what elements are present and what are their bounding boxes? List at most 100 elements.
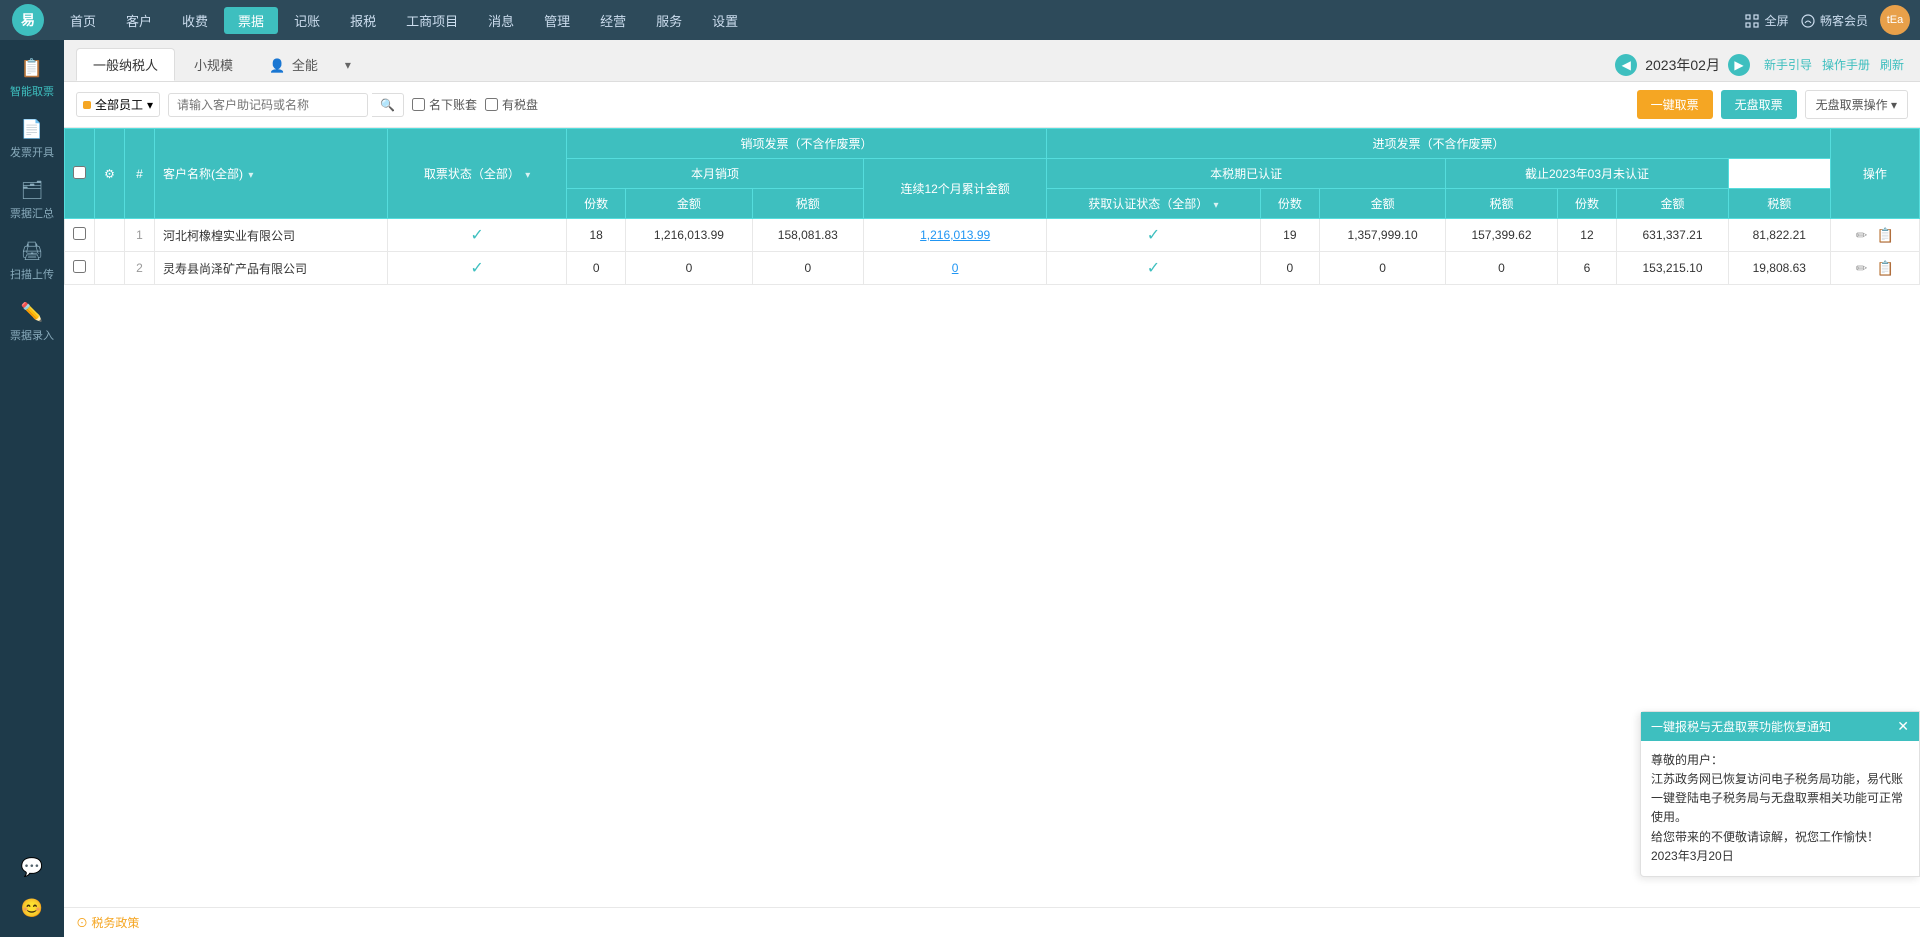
sidebar-item-scan-upload[interactable]: 🖨 扫描上传	[4, 233, 60, 290]
member-btn[interactable]: 畅客会员	[1801, 12, 1868, 29]
col-checkbox-header	[65, 129, 95, 219]
tab-more-dropdown[interactable]: ▾	[337, 54, 359, 76]
nav-tax[interactable]: 报税	[336, 7, 390, 34]
table-row: 1 河北柯橡楻实业有限公司 ✓ 18 1,216,013.99 158,081.…	[65, 219, 1920, 252]
row2-detail-icon[interactable]: 📋	[1877, 260, 1894, 276]
sidebar-item-ticket-entry[interactable]: ✏️ 票据录入	[4, 294, 60, 351]
row2-checkbox[interactable]	[65, 252, 95, 285]
row2-sales-count: 0	[566, 252, 625, 285]
row1-sales-amount: 1,216,013.99	[626, 219, 752, 252]
row1-uncert-tax: 81,822.21	[1728, 219, 1830, 252]
row1-input-tax: 157,399.62	[1446, 219, 1558, 252]
sidebar-item-invoice-open[interactable]: 📄 发票开具	[4, 111, 60, 168]
search-button[interactable]: 🔍	[372, 93, 404, 117]
nav-message[interactable]: 消息	[474, 7, 528, 34]
no-disk-btn[interactable]: 无盘取票	[1721, 90, 1797, 119]
period-prev-btn[interactable]: ◀	[1615, 54, 1637, 76]
select-all-checkbox[interactable]	[73, 166, 86, 179]
nav-menu: 首页 客户 收费 票据 记账 报税 工商项目 消息 管理 经营 服务 设置	[56, 7, 1745, 34]
row1-sales-count: 18	[566, 219, 625, 252]
col-input-amount: 金额	[1320, 189, 1446, 219]
nav-fee[interactable]: 收费	[168, 7, 222, 34]
nav-settings[interactable]: 设置	[698, 7, 752, 34]
sidebar-label-invoice-open: 发票开具	[10, 144, 54, 160]
sidebar-label-smart-ticket: 智能取票	[10, 83, 54, 99]
row1-cert-status: ✓	[1047, 219, 1260, 252]
smart-ticket-icon: 📋	[21, 58, 43, 79]
top-navigation: 易 首页 客户 收费 票据 记账 报税 工商项目 消息 管理 经营 服务 设置 …	[0, 0, 1920, 40]
nav-operation[interactable]: 经营	[586, 7, 640, 34]
row2-cumulative[interactable]: 0	[864, 252, 1047, 285]
search-input[interactable]	[168, 93, 368, 117]
nav-home[interactable]: 首页	[56, 7, 110, 34]
has-tax-disk-label[interactable]: 有税盘	[485, 96, 538, 113]
scan-upload-icon: 🖨	[21, 241, 44, 262]
fullscreen-btn[interactable]: 全屏	[1745, 12, 1788, 29]
tax-policy-link[interactable]: ⊙ 税务政策	[76, 914, 139, 931]
check-account-checkbox[interactable]	[412, 98, 425, 111]
row1-checkbox[interactable]	[65, 219, 95, 252]
table-body: 1 河北柯橡楻实业有限公司 ✓ 18 1,216,013.99 158,081.…	[65, 219, 1920, 285]
sidebar-item-chat[interactable]: 💬	[4, 849, 60, 886]
has-tax-disk-checkbox[interactable]	[485, 98, 498, 111]
tab-small-scale[interactable]: 小规模	[177, 48, 250, 81]
settings-icon[interactable]: ⚙	[104, 167, 115, 181]
row2-cert-icon: ✓	[1147, 260, 1160, 277]
one-click-btn[interactable]: 一键取票	[1637, 90, 1713, 119]
row2-uncert-amount: 153,215.10	[1617, 252, 1729, 285]
nav-right-area: 全屏 畅客会员 tEa	[1745, 5, 1910, 35]
row1-num: 1	[125, 219, 155, 252]
row2-input-amount: 0	[1320, 252, 1446, 285]
row1-edit-icon[interactable]: ✏	[1856, 227, 1868, 243]
manual-btn[interactable]: 操作手册	[1822, 56, 1870, 73]
row2-input-tax: 0	[1446, 252, 1558, 285]
employee-select[interactable]: 全部员工 ▾	[76, 92, 160, 117]
sidebar-item-summary[interactable]: 🗂 票据汇总	[4, 172, 60, 229]
no-disk-ops-btn[interactable]: 无盘取票操作 ▾	[1805, 90, 1908, 119]
row2-edit-icon[interactable]: ✏	[1856, 260, 1868, 276]
row1-sales-tax: 158,081.83	[752, 219, 864, 252]
user-avatar[interactable]: tEa	[1880, 5, 1910, 35]
customer-filter-icon[interactable]: ▾	[248, 170, 253, 181]
col-settings-header: ⚙	[95, 129, 125, 219]
row1-detail-icon[interactable]: 📋	[1877, 227, 1894, 243]
row2-name: 灵寿县尚泽矿产品有限公司	[155, 252, 388, 285]
summary-icon: 🗂	[21, 180, 44, 201]
period-next-btn[interactable]: ▶	[1728, 54, 1750, 76]
nav-accounting[interactable]: 记账	[280, 7, 334, 34]
sidebar-item-smart-ticket[interactable]: 📋 智能取票	[4, 50, 60, 107]
sidebar-bottom: 💬 😊	[4, 849, 60, 937]
cert-filter-icon[interactable]: ▾	[1214, 200, 1219, 211]
header-row-1: ⚙ # 客户名称(全部) ▾ 取票状态（全部） ▾ 销项发票（不含作废票） 进项…	[65, 129, 1920, 159]
notification-panel: 一键报税与无盘取票功能恢复通知 ✕ 尊敬的用户：江苏政务网已恢复访问电子税务局功…	[1640, 711, 1920, 877]
row2-num: 2	[125, 252, 155, 285]
col-customer-header: 客户名称(全部) ▾	[155, 129, 388, 219]
col-input-tax: 税额	[1446, 189, 1558, 219]
employee-dropdown-icon: ▾	[147, 98, 153, 112]
toolbar: 全部员工 ▾ 🔍 名下账套 有税盘 一键取票 无盘取票 无盘取票操作 ▾	[64, 82, 1920, 128]
nav-business[interactable]: 工商项目	[392, 7, 472, 34]
nav-customer[interactable]: 客户	[112, 7, 166, 34]
nav-service[interactable]: 服务	[642, 7, 696, 34]
sidebar-item-user[interactable]: 😊	[4, 890, 60, 927]
refresh-btn[interactable]: 刷新	[1880, 56, 1904, 73]
new-guide-btn[interactable]: 新手引导	[1764, 56, 1812, 73]
nav-invoice[interactable]: 票据	[224, 7, 278, 34]
status-filter-icon[interactable]: ▾	[525, 170, 530, 181]
tab-all[interactable]: 👤 全能	[252, 48, 335, 81]
col-group-input: 进项发票（不含作废票）	[1047, 129, 1831, 159]
col-certified-header: 本税期已认证	[1047, 159, 1446, 189]
row2-sales-amount: 0	[626, 252, 752, 285]
svg-text:易: 易	[21, 12, 35, 28]
row1-uncert-count: 12	[1557, 219, 1616, 252]
left-sidebar: 📋 智能取票 📄 发票开具 🗂 票据汇总 🖨 扫描上传 ✏️ 票据录入 💬 😊	[0, 40, 64, 937]
row1-cumulative[interactable]: 1,216,013.99	[864, 219, 1047, 252]
check-account-label[interactable]: 名下账套	[412, 96, 477, 113]
row2-uncert-count: 6	[1557, 252, 1616, 285]
nav-manage[interactable]: 管理	[530, 7, 584, 34]
col-sales-tax: 税额	[752, 189, 864, 219]
tab-general-taxpayer[interactable]: 一般纳税人	[76, 48, 175, 81]
col-uncert-count: 份数	[1557, 189, 1616, 219]
chat-icon: 💬	[21, 857, 43, 878]
notification-close-btn[interactable]: ✕	[1897, 718, 1909, 735]
